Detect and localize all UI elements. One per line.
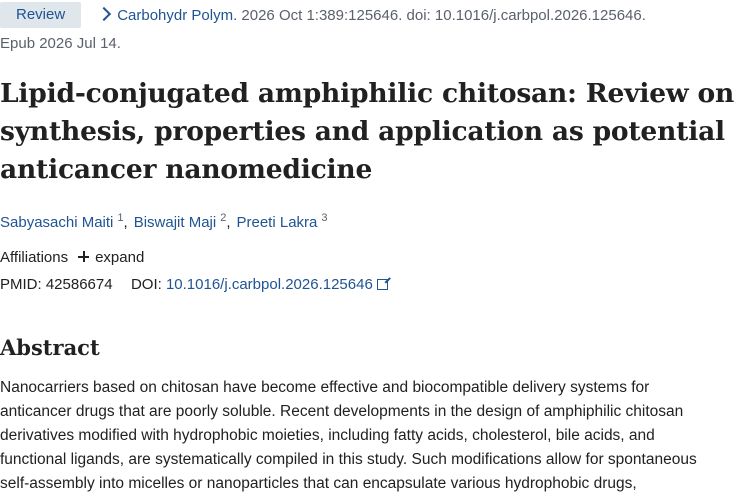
citation-line: Review Carbohydr Polym. 2026 Oct 1:389:12…	[0, 2, 750, 30]
pmid-value: 42586674	[45, 276, 113, 293]
article-title: Lipid-conjugated amphiphilic chitosan: R…	[0, 75, 750, 189]
abstract-text: Nanocarriers based on chitosan have beco…	[0, 376, 750, 496]
pmid-label: PMID:	[0, 276, 42, 293]
title-line: Lipid-conjugated amphiphilic chitosan: R…	[0, 78, 735, 109]
abstract-heading: Abstract	[0, 335, 100, 360]
abstract-line: self-assembly into micelles or nanoparti…	[0, 475, 637, 492]
author-link[interactable]: Biswajit Maji	[134, 214, 217, 231]
expand-label: expand	[95, 249, 145, 266]
affiliation-ref[interactable]: 3	[321, 212, 327, 224]
review-badge: Review	[0, 2, 82, 28]
abstract-line: derivatives modified with hydrophobic mo…	[0, 427, 655, 444]
identifiers: PMID: 42586674 DOI: 10.1016/j.carbpol.20…	[0, 272, 388, 298]
affiliations-toggle[interactable]: Affiliations expand	[0, 245, 144, 271]
external-link-icon[interactable]	[376, 279, 388, 290]
abstract-line: anticancer drugs that are poorly soluble…	[0, 403, 684, 420]
epub-date: Epub 2026 Jul 14.	[0, 35, 121, 52]
doi-link[interactable]: 10.1016/j.carbpol.2026.125646	[166, 276, 373, 293]
author-link[interactable]: Preeti Lakra	[237, 214, 318, 231]
title-line: synthesis, properties and application as…	[0, 116, 725, 147]
abstract-line: Nanocarriers based on chitosan have beco…	[0, 379, 650, 396]
affiliation-ref[interactable]: 1	[117, 212, 123, 224]
plus-icon	[78, 251, 90, 262]
title-line: anticancer nanomedicine	[0, 154, 373, 185]
author-list: Sabyasachi Maiti 1, Biswajit Maji 2, Preeti …	[0, 212, 328, 231]
affiliations-label: Affiliations	[0, 249, 69, 266]
citation-details: 2026 Oct 1:389:125646. doi: 10.1016/j.ca…	[237, 7, 646, 24]
abstract-line: functional ligands, are systematically c…	[0, 451, 697, 468]
doi-label: DOI:	[130, 276, 162, 293]
author-link[interactable]: Sabyasachi Maiti	[0, 214, 113, 231]
chevron-right-icon	[97, 6, 112, 22]
journal-link[interactable]: Carbohydr Polym.	[117, 7, 237, 24]
